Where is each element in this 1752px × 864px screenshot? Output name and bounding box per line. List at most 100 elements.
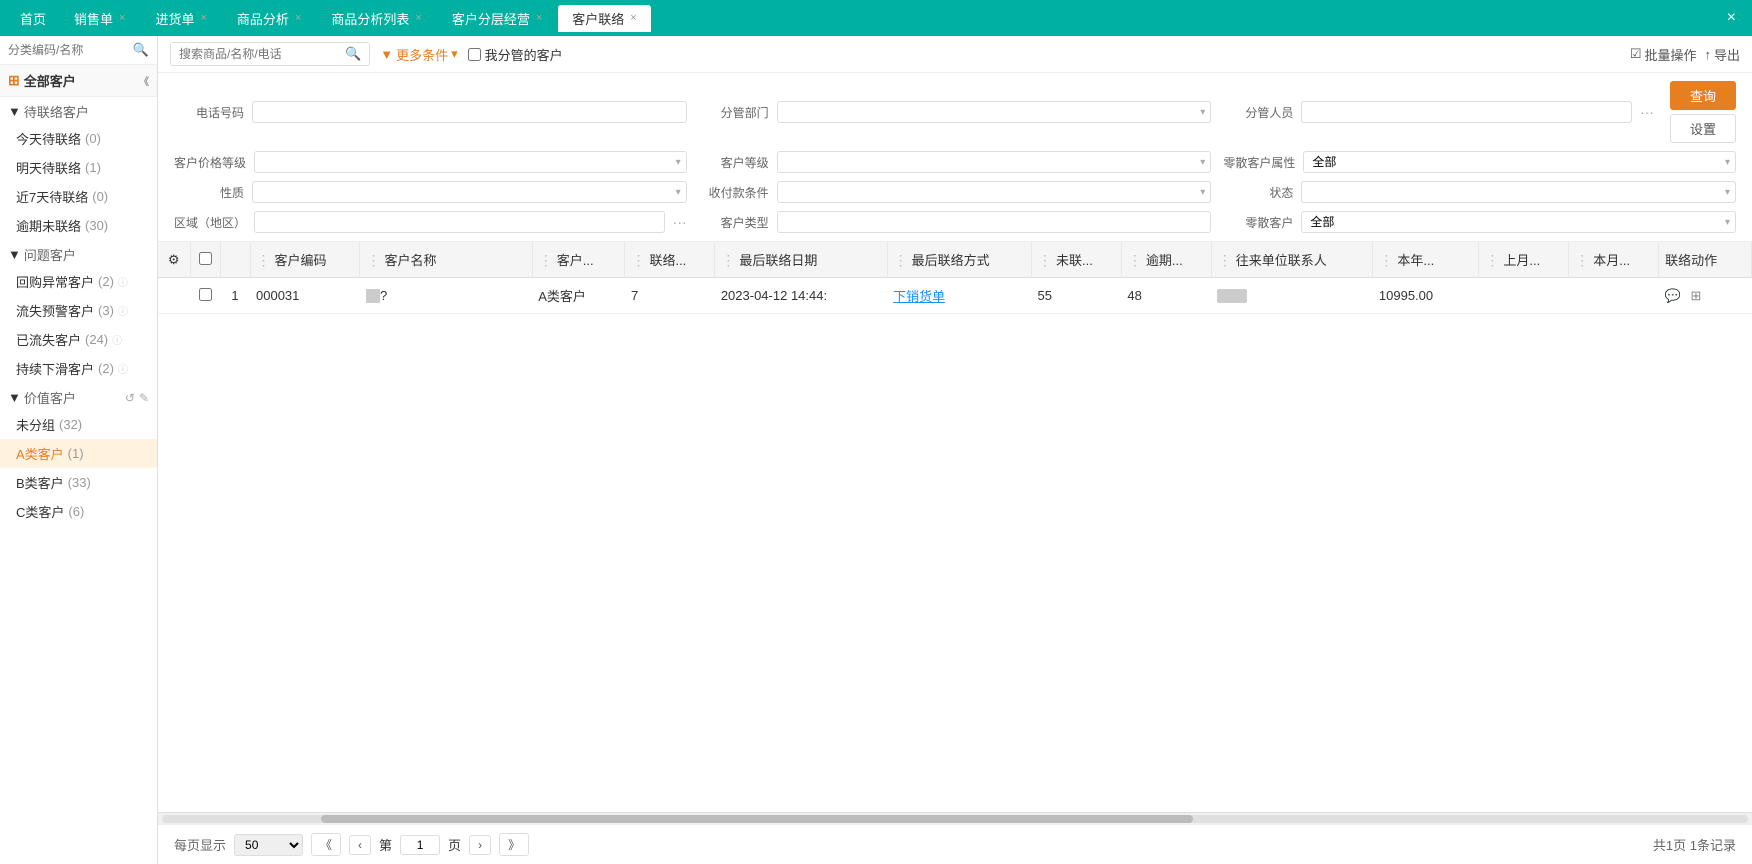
nav-tab-进货单[interactable]: 进货单× [141, 5, 220, 32]
nav-tab-销售单[interactable]: 销售单× [60, 5, 139, 32]
filter-select-retail-wrap: 全部 ▾ [1301, 211, 1736, 233]
next-page-button[interactable]: › [469, 835, 491, 855]
nav-tab-客户分层经营[interactable]: 客户分层经营× [438, 5, 556, 32]
sidebar-item-未分组[interactable]: 未分组(32) [0, 410, 157, 439]
close-tab-icon[interactable]: × [295, 12, 301, 24]
filter-select-retail[interactable]: 全部 [1301, 211, 1736, 233]
page-input[interactable] [400, 835, 440, 855]
my-customers-checkbox[interactable] [468, 48, 481, 61]
sidebar-item-count: (1) [68, 446, 84, 461]
close-tab-icon[interactable]: × [200, 12, 206, 24]
my-customers-checkbox-wrap[interactable]: 我分管的客户 [468, 45, 563, 64]
sidebar-group-价值客户[interactable]: ▼价值客户↺✎ [0, 383, 157, 410]
action-chat-icon[interactable]: 💬 [1665, 288, 1681, 303]
th-name[interactable]: 客户名称 [360, 242, 532, 278]
sidebar-item-count: (2) [98, 361, 114, 376]
action-qr-icon[interactable]: ⊞ [1690, 288, 1701, 303]
nav-tab-客户联络[interactable]: 客户联络× [558, 5, 650, 32]
filter-select-status[interactable] [1301, 181, 1736, 203]
filter-row-1-2: 分管部门 ▾ [699, 81, 1212, 143]
table-header-row: ⚙ 客户编码 客户名称 客户... 联络... 最后联络日期 最后联络方式 未联… [158, 242, 1752, 278]
filter-select-pricelevel[interactable] [254, 151, 687, 173]
table-container: ⚙ 客户编码 客户名称 客户... 联络... 最后联络日期 最后联络方式 未联… [158, 242, 1752, 812]
sidebar-item-明天待联络[interactable]: 明天待联络(1) [0, 153, 157, 182]
filter-row-2-2: 客户等级 ▾ [699, 151, 1212, 173]
th-settings[interactable]: ⚙ [158, 242, 190, 278]
close-all-button[interactable]: × [1719, 5, 1744, 31]
sidebar-item-label: 回购异常客户 [16, 272, 94, 291]
sidebar-item-label: 近7天待联络 [16, 187, 88, 206]
close-tab-icon[interactable]: × [630, 12, 636, 24]
th-uncontacted[interactable]: 未联... [1032, 242, 1122, 278]
th-code[interactable]: 客户编码 [250, 242, 360, 278]
filter-input-manager[interactable] [1301, 101, 1632, 123]
filter-row-3-3: 状态 ▾ [1223, 181, 1736, 203]
settings-button[interactable]: 设置 [1670, 114, 1736, 143]
close-tab-icon[interactable]: × [119, 12, 125, 24]
close-tab-icon[interactable]: × [415, 12, 421, 24]
filter-input-custtype[interactable] [777, 211, 1212, 233]
sidebar-item-逾期未联络[interactable]: 逾期未联络(30) [0, 211, 157, 240]
export-button[interactable]: ↑ 导出 [1704, 45, 1740, 64]
row-checkbox[interactable] [199, 288, 212, 301]
last-method-link[interactable]: 下销货单 [893, 289, 945, 304]
sidebar-item-A类客户[interactable]: A类客户(1) [0, 439, 157, 468]
th-this-month[interactable]: 本月... [1569, 242, 1659, 278]
filter-input-phone[interactable] [252, 101, 687, 123]
th-this-year[interactable]: 本年... [1373, 242, 1479, 278]
th-last-date[interactable]: 最后联络日期 [715, 242, 887, 278]
batch-checkbox-icon: ☑ [1630, 46, 1642, 62]
th-contact[interactable]: 联络... [625, 242, 715, 278]
horizontal-scrollbar[interactable] [158, 812, 1752, 824]
home-tab[interactable]: 首页 [8, 5, 58, 32]
sidebar-group-问题客户[interactable]: ▼问题客户 [0, 240, 157, 267]
last-page-button[interactable]: 》 [499, 833, 529, 856]
th-last-method[interactable]: 最后联络方式 [887, 242, 1031, 278]
sidebar-item-持续下滑客户[interactable]: 持续下滑客户(2)ⓘ [0, 354, 157, 383]
sidebar-item-B类客户[interactable]: B类客户(33) [0, 468, 157, 497]
triangle-icon: ▼ [8, 247, 21, 262]
refresh-icon[interactable]: ↺ [125, 391, 135, 405]
filter-select-custlevel[interactable] [777, 151, 1212, 173]
sidebar-group-待联络客户[interactable]: ▼待联络客户 [0, 97, 157, 124]
collapse-icon[interactable]: 《 [139, 73, 149, 88]
query-button[interactable]: 查询 [1670, 81, 1736, 110]
th-overdue[interactable]: 逾期... [1121, 242, 1211, 278]
filter-bar: 🔍 ▼ 更多条件 ▾ 我分管的客户 ☑ 批量操作 ↑ 导出 [158, 36, 1752, 73]
th-unit-contact[interactable]: 往来单位联系人 [1211, 242, 1373, 278]
sidebar-item-C类客户[interactable]: C类客户(6) [0, 497, 157, 526]
sidebar-item-已流失客户[interactable]: 已流失客户(24)ⓘ [0, 325, 157, 354]
sidebar-item-回购异常客户[interactable]: 回购异常客户(2)ⓘ [0, 267, 157, 296]
sidebar-item-近7天待联络[interactable]: 近7天待联络(0) [0, 182, 157, 211]
sidebar-item-count: (24) [85, 332, 108, 347]
filter-select-dept[interactable] [777, 101, 1212, 123]
filter-select-nature[interactable] [252, 181, 687, 203]
all-customers-header[interactable]: ⊞ 全部客户 《 [0, 65, 157, 97]
batch-op-button[interactable]: ☑ 批量操作 [1630, 45, 1697, 64]
nav-tab-商品分析[interactable]: 商品分析× [223, 5, 315, 32]
more-conditions-button[interactable]: ▼ 更多条件 ▾ [380, 45, 457, 64]
close-tab-icon[interactable]: × [536, 12, 542, 24]
th-type[interactable]: 客户... [532, 242, 625, 278]
sidebar-item-label: 明天待联络 [16, 158, 81, 177]
filter-input-region[interactable] [254, 211, 665, 233]
manager-dots-button[interactable]: ··· [1640, 104, 1654, 120]
edit-icon[interactable]: ✎ [139, 391, 149, 405]
sidebar-item-count: (30) [85, 218, 108, 233]
filter-select-payment[interactable] [777, 181, 1212, 203]
sidebar-item-label: 已流失客户 [16, 330, 81, 349]
sidebar-item-label: 未分组 [16, 415, 55, 434]
th-last-month[interactable]: 上月... [1479, 242, 1569, 278]
per-page-select[interactable]: 50 100 [234, 834, 303, 856]
sidebar-item-流失预警客户[interactable]: 流失预警客户(3)ⓘ [0, 296, 157, 325]
prev-page-button[interactable]: ‹ [349, 835, 371, 855]
first-page-button[interactable]: 《 [311, 833, 341, 856]
filter-select-retail-attr[interactable]: 全部 [1303, 151, 1736, 173]
sidebar-item-今天待联络[interactable]: 今天待联络(0) [0, 124, 157, 153]
search-input[interactable] [179, 47, 339, 61]
region-dots-button[interactable]: ··· [673, 214, 687, 230]
nav-tab-商品分析列表[interactable]: 商品分析列表× [317, 5, 435, 32]
cell-action: 💬 ⊞ [1659, 278, 1752, 314]
select-all-checkbox[interactable] [199, 252, 212, 265]
sidebar-search-input[interactable] [8, 43, 129, 57]
